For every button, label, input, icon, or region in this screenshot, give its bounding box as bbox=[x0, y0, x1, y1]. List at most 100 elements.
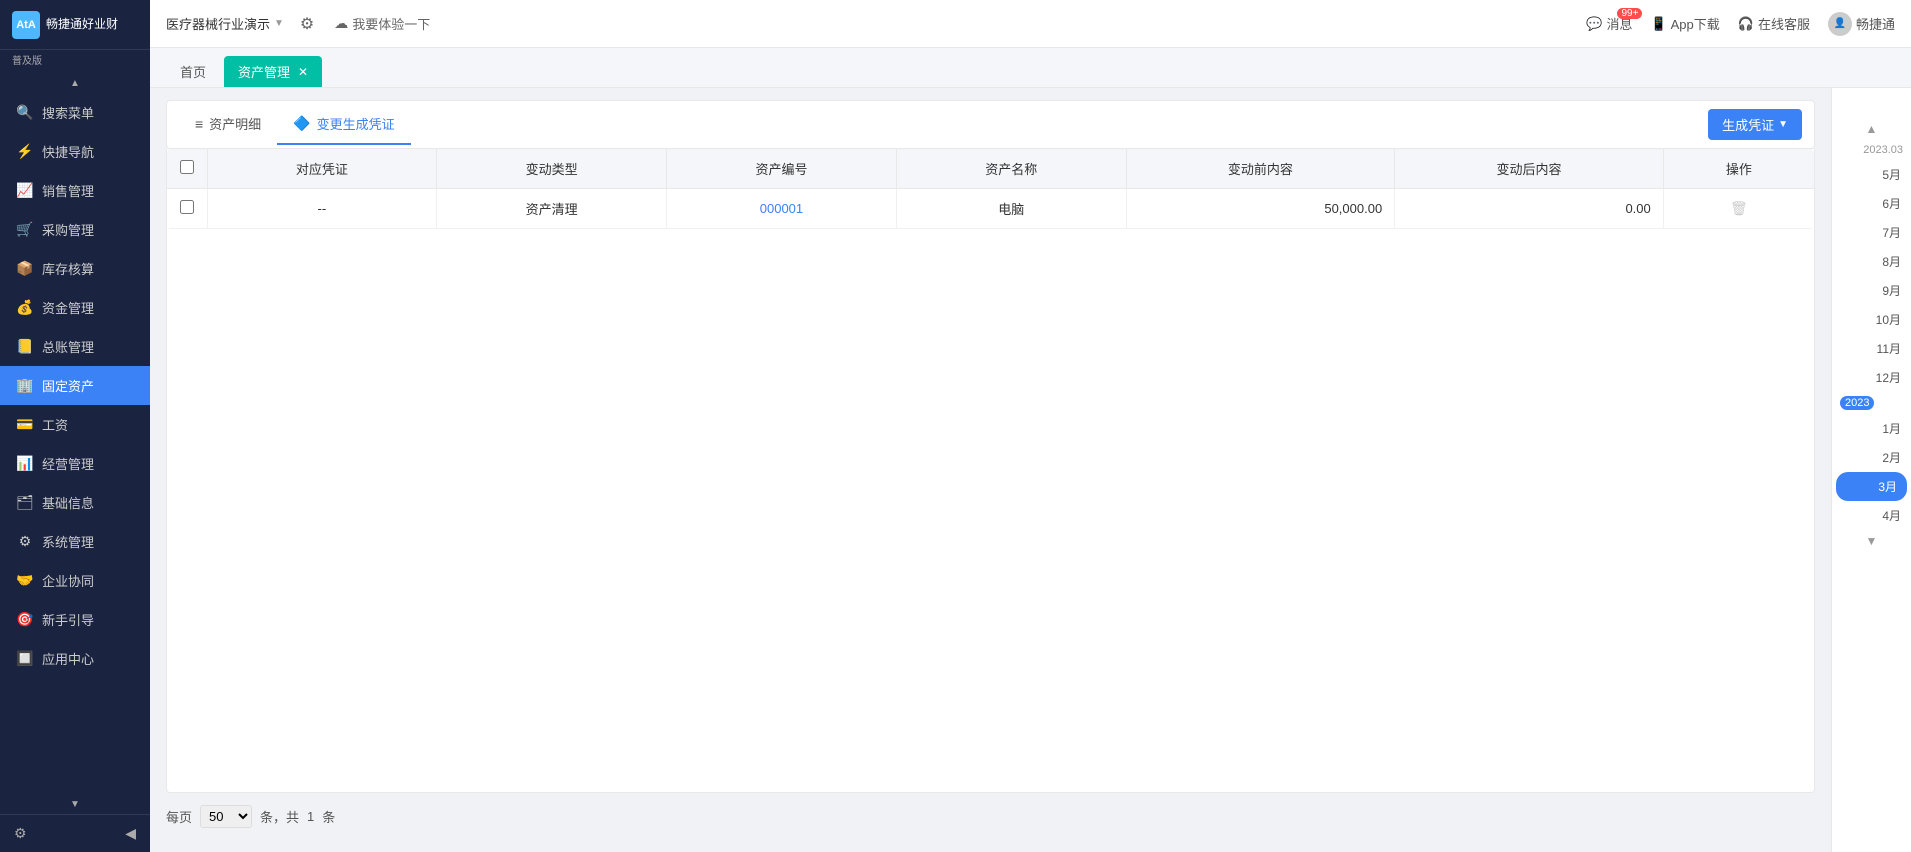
sub-tab-detail[interactable]: ≡ 资产明细 bbox=[179, 104, 277, 145]
per-page-label: 每页 bbox=[166, 807, 192, 826]
company-selector[interactable]: 医疗器械行业演示 ▼ bbox=[166, 14, 284, 33]
sidebar-item-label: 销售管理 bbox=[42, 181, 94, 200]
timeline-month[interactable]: 6月 bbox=[1832, 189, 1911, 218]
col-asset-code: 资产编号 bbox=[667, 149, 897, 189]
detail-tab-icon: ≡ bbox=[195, 116, 203, 132]
sales-icon: 📈 bbox=[16, 182, 34, 199]
sidebar-item-label: 固定资产 bbox=[42, 376, 94, 395]
company-arrow-icon: ▼ bbox=[274, 18, 284, 29]
sidebar-item-label: 系统管理 bbox=[42, 532, 94, 551]
timeline-month[interactable]: 9月 bbox=[1832, 276, 1911, 305]
voucher-tab-icon: 🔷 bbox=[293, 115, 310, 132]
username-label: 畅捷通 bbox=[1856, 14, 1895, 33]
months-prev-year: 5月6月7月8月9月10月11月12月 bbox=[1832, 160, 1911, 392]
collapse-icon[interactable]: ◀ bbox=[125, 825, 136, 842]
sidebar-item-purchase[interactable]: 🛒采购管理 bbox=[0, 210, 150, 249]
col-voucher: 对应凭证 bbox=[207, 149, 437, 189]
basic-icon: 🗂 bbox=[16, 494, 34, 511]
timeline-month[interactable]: 2月 bbox=[1832, 443, 1911, 472]
funds-icon: 💰 bbox=[16, 299, 34, 316]
cell-voucher: -- bbox=[207, 189, 437, 229]
table-row: -- 资产清理 000001 电脑 50,000.00 0.00 🗑 bbox=[167, 189, 1814, 229]
quicknav-icon: ⚡ bbox=[16, 143, 34, 160]
sidebar-item-basic[interactable]: 🗂 基础信息 bbox=[0, 483, 150, 522]
sub-tab-voucher[interactable]: 🔷 变更生成凭证 bbox=[277, 104, 410, 145]
cell-checkbox[interactable] bbox=[167, 189, 207, 229]
timeline-nav-up[interactable]: ▲ bbox=[1832, 118, 1911, 140]
tab-home[interactable]: 首页 bbox=[166, 56, 220, 87]
cell-asset-code: 000001 bbox=[667, 189, 897, 229]
generate-voucher-btn[interactable]: 生成凭证 ▼ bbox=[1708, 109, 1802, 140]
sidebar-item-label: 库存核算 bbox=[42, 259, 94, 278]
sidebar-item-quicknav[interactable]: ⚡ 快捷导航 bbox=[0, 132, 150, 171]
timeline-nav-down[interactable]: ▼ bbox=[1832, 530, 1911, 552]
table-container: 对应凭证 变动类型 资产编号 资产名称 变动前内容 变动后内容 操作 -- 资产… bbox=[166, 149, 1815, 793]
timeline-panel: ▲ 2023.03 5月6月7月8月9月10月11月12月 2023 1月2月3… bbox=[1831, 88, 1911, 852]
timeline-month[interactable]: 8月 bbox=[1832, 247, 1911, 276]
settings-icon[interactable]: ⚙ bbox=[14, 825, 27, 842]
row-checkbox[interactable] bbox=[180, 200, 194, 214]
purchase-icon: 🛒 bbox=[16, 221, 34, 238]
sidebar-item-apps[interactable]: 🔲应用中心 bbox=[0, 639, 150, 678]
total-count: 1 bbox=[307, 809, 314, 824]
sub-tabs-inner: ≡ 资产明细 🔷 变更生成凭证 生成凭证 ▼ bbox=[167, 101, 1814, 148]
timeline-month[interactable]: 12月 bbox=[1832, 363, 1911, 392]
sidebar-item-system[interactable]: ⚙ 系统管理 bbox=[0, 522, 150, 561]
timeline-month[interactable]: 10月 bbox=[1832, 305, 1911, 334]
timeline-month[interactable]: 3月 bbox=[1836, 472, 1907, 501]
tab-home-label: 首页 bbox=[180, 62, 206, 81]
messages-btn[interactable]: 💬 消息 99+ bbox=[1586, 14, 1632, 33]
delete-icon[interactable]: 🗑 bbox=[1730, 200, 1748, 216]
tab-close-icon[interactable]: ✕ bbox=[298, 65, 308, 79]
timeline-month[interactable]: 4月 bbox=[1832, 501, 1911, 530]
system-icon: ⚙ bbox=[16, 533, 34, 550]
online-support-label: 在线客服 bbox=[1758, 14, 1810, 33]
timeline-year-label: 2023.03 bbox=[1832, 140, 1911, 160]
company-name: 医疗器械行业演示 bbox=[166, 14, 270, 33]
col-before: 变动前内容 bbox=[1126, 149, 1395, 189]
timeline-month[interactable]: 11月 bbox=[1832, 334, 1911, 363]
timeline-month[interactable]: 7月 bbox=[1832, 218, 1911, 247]
tab-assets[interactable]: 资产管理 ✕ bbox=[224, 56, 322, 87]
select-all-checkbox[interactable] bbox=[180, 160, 194, 174]
sidebar-item-label: 应用中心 bbox=[42, 649, 94, 668]
sidebar-item-search[interactable]: 🔍搜索菜单 bbox=[0, 93, 150, 132]
timeline-month[interactable]: 1月 bbox=[1832, 414, 1911, 443]
timeline-month[interactable]: 5月 bbox=[1832, 160, 1911, 189]
sidebar-item-wages[interactable]: 💳 工资 bbox=[0, 405, 150, 444]
sidebar-item-label: 资金管理 bbox=[42, 298, 94, 317]
sidebar-item-inventory[interactable]: 📦 库存核算 bbox=[0, 249, 150, 288]
asset-table: 对应凭证 变动类型 资产编号 资产名称 变动前内容 变动后内容 操作 -- 资产… bbox=[167, 149, 1814, 229]
guide-icon: 🎯 bbox=[16, 611, 34, 628]
wages-icon: 💳 bbox=[16, 416, 34, 433]
sidebar-item-label: 基础信息 bbox=[42, 493, 94, 512]
inventory-icon: 📦 bbox=[16, 260, 34, 277]
sidebar-item-enterprise[interactable]: 🤝企业协同 bbox=[0, 561, 150, 600]
current-year-badge: 2023 bbox=[1832, 392, 1911, 414]
per-page-select[interactable]: 102050100 bbox=[200, 805, 252, 828]
sidebar-scroll-up[interactable]: ▲ bbox=[0, 73, 150, 93]
sidebar-item-label: 工资 bbox=[42, 415, 68, 434]
sidebar-item-guide[interactable]: 🎯新手引导 bbox=[0, 600, 150, 639]
app-download-btn[interactable]: 📱 App下载 bbox=[1650, 14, 1719, 33]
content-main: ≡ 资产明细 🔷 变更生成凭证 生成凭证 ▼ bbox=[150, 88, 1831, 852]
sidebar-item-sales[interactable]: 📈 销售管理 bbox=[0, 171, 150, 210]
ledger-icon: 📒 bbox=[16, 338, 34, 355]
cell-change-type: 资产清理 bbox=[437, 189, 667, 229]
sidebar-bottom: ⚙ ◀ bbox=[0, 814, 150, 852]
experience-btn[interactable]: ☁ 我要体验一下 bbox=[334, 14, 430, 33]
sidebar-scroll-down[interactable]: ▼ bbox=[0, 794, 150, 814]
topbar-gear-icon[interactable]: ⚙ bbox=[300, 14, 314, 34]
sidebar-item-assets[interactable]: 🏢固定资产 bbox=[0, 366, 150, 405]
sidebar-item-funds[interactable]: 💰 资金管理 bbox=[0, 288, 150, 327]
messages-badge: 99+ bbox=[1617, 8, 1642, 19]
logo-text: 畅捷通好业财 bbox=[46, 17, 118, 33]
user-menu[interactable]: 👤 畅捷通 bbox=[1828, 12, 1895, 36]
sidebar-item-operations[interactable]: 📊经营管理 bbox=[0, 444, 150, 483]
online-support-btn[interactable]: 🎧 在线客服 bbox=[1738, 14, 1810, 33]
search-icon: 🔍 bbox=[16, 104, 34, 121]
pagination: 每页 102050100 条，共 1 条 bbox=[166, 793, 1815, 840]
sub-tabs-wrapper: ≡ 资产明细 🔷 变更生成凭证 生成凭证 ▼ bbox=[166, 100, 1815, 149]
sidebar-item-label: 快捷导航 bbox=[42, 142, 94, 161]
sidebar-item-ledger[interactable]: 📒总账管理 bbox=[0, 327, 150, 366]
